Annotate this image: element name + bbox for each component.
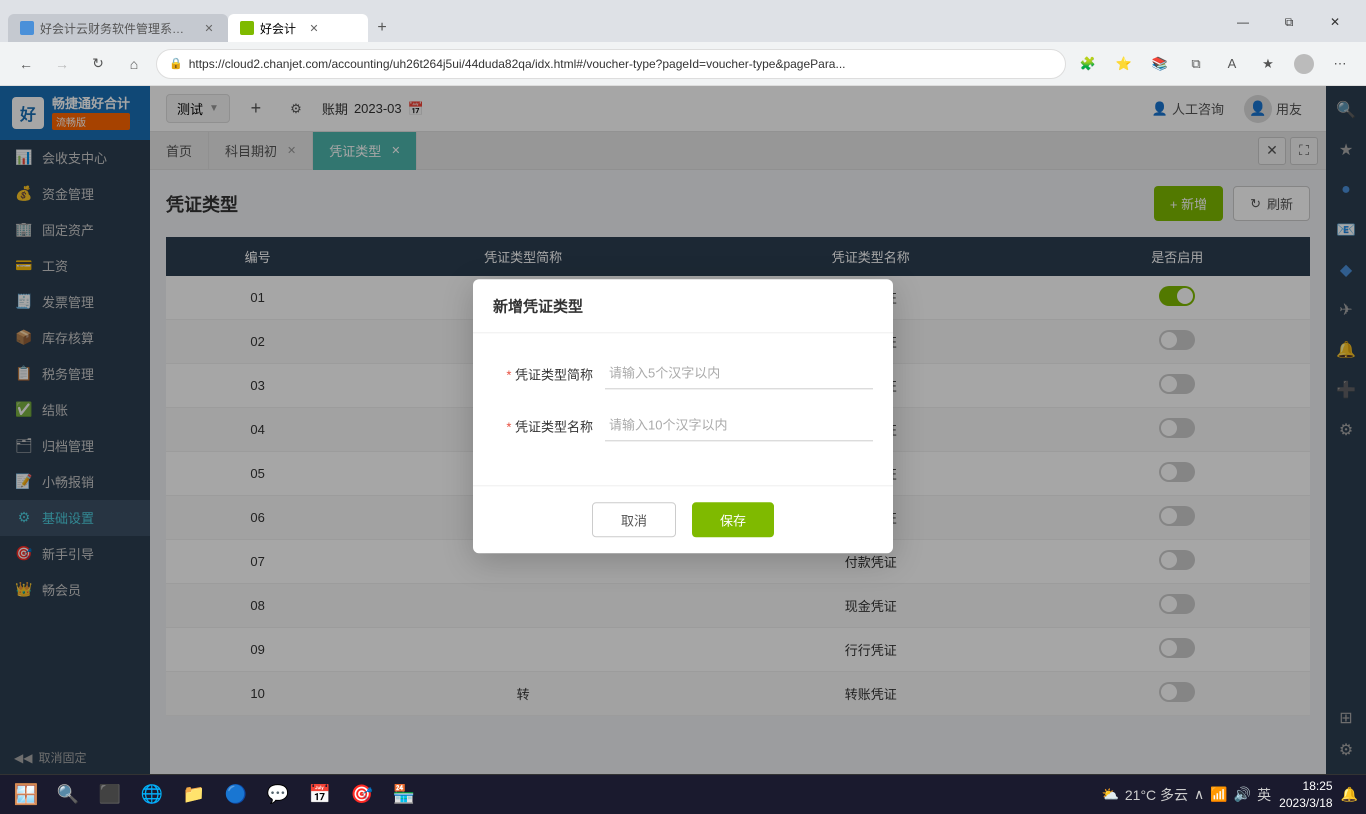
- lock-icon: 🔒: [169, 57, 183, 70]
- tab2-title: 好会计: [260, 20, 296, 37]
- cancel-button[interactable]: 取消: [592, 502, 676, 537]
- taskbar-start-button[interactable]: 🪟: [8, 777, 44, 813]
- tray-network[interactable]: 📶: [1210, 786, 1227, 803]
- taskbar-system-tray: ⛅ 21°C 多云 ∧ 📶 🔊 英: [1101, 785, 1271, 805]
- modal-title: 新增凭证类型: [473, 279, 893, 333]
- read-mode-button[interactable]: A: [1218, 50, 1246, 78]
- close-button[interactable]: ✕: [1312, 6, 1358, 38]
- taskbar-app5[interactable]: 🎯: [344, 777, 380, 813]
- taskbar-search-button[interactable]: 🔍: [50, 777, 86, 813]
- home-button[interactable]: ⌂: [120, 50, 148, 78]
- extensions-button[interactable]: 🧩: [1074, 50, 1102, 78]
- taskbar-edge[interactable]: 🌐: [134, 777, 170, 813]
- menu-button[interactable]: ⋯: [1326, 50, 1354, 78]
- taskbar-task-view[interactable]: ⬛: [92, 777, 128, 813]
- taskbar-date-text: 2023/3/18: [1279, 795, 1332, 812]
- tray-weather[interactable]: ⛅: [1101, 786, 1118, 803]
- collection-button[interactable]: 📚: [1146, 50, 1174, 78]
- tray-notification[interactable]: 🔔: [1341, 786, 1358, 803]
- taskbar-clock[interactable]: 18:25 2023/3/18: [1279, 778, 1332, 812]
- short-name-input[interactable]: [605, 357, 873, 389]
- taskbar-explorer[interactable]: 📁: [176, 777, 212, 813]
- favorites-button[interactable]: ⭐: [1110, 50, 1138, 78]
- short-name-label: 凭证类型简称: [493, 364, 593, 383]
- split-view-button[interactable]: ⧉: [1182, 50, 1210, 78]
- full-name-input[interactable]: [605, 409, 873, 441]
- browser-tab-2[interactable]: 好会计 ✕: [228, 14, 368, 42]
- short-name-row: 凭证类型简称: [493, 357, 873, 389]
- tray-sound[interactable]: 🔊: [1234, 786, 1251, 803]
- modal-container: 新增凭证类型 凭证类型简称 凭证类型名称 取消 保存: [473, 279, 893, 553]
- new-tab-button[interactable]: +: [368, 14, 396, 42]
- add-voucher-type-modal: 新增凭证类型 凭证类型简称 凭证类型名称 取消 保存: [473, 279, 893, 553]
- taskbar-chrome[interactable]: 🔵: [218, 777, 254, 813]
- tab1-title: 好会计云财务软件管理系统_会计: [40, 20, 192, 37]
- tray-weather-text: 21°C 多云: [1125, 785, 1188, 805]
- save-button[interactable]: 保存: [692, 502, 774, 537]
- add-favorites-button[interactable]: ★: [1254, 50, 1282, 78]
- back-button[interactable]: ←: [12, 50, 40, 78]
- tray-chevron-up[interactable]: ∧: [1194, 786, 1204, 803]
- full-name-label: 凭证类型名称: [493, 416, 593, 435]
- tab2-close[interactable]: ✕: [306, 20, 322, 36]
- modal-body: 凭证类型简称 凭证类型名称: [473, 333, 893, 485]
- modal-footer: 取消 保存: [473, 485, 893, 553]
- taskbar-calendar[interactable]: 📅: [302, 777, 338, 813]
- tab1-favicon: [20, 21, 34, 35]
- address-bar[interactable]: 🔒 https://cloud2.chanjet.com/accounting/…: [156, 49, 1066, 79]
- tab1-close[interactable]: ✕: [202, 20, 216, 36]
- minimize-button[interactable]: —: [1220, 6, 1266, 38]
- profile-avatar: [1294, 54, 1314, 74]
- address-text: https://cloud2.chanjet.com/accounting/uh…: [189, 57, 846, 71]
- browser-tab-1[interactable]: 好会计云财务软件管理系统_会计 ✕: [8, 14, 228, 42]
- forward-button[interactable]: →: [48, 50, 76, 78]
- reload-button[interactable]: ↻: [84, 50, 112, 78]
- tab2-favicon: [240, 21, 254, 35]
- taskbar-wechat[interactable]: 💬: [260, 777, 296, 813]
- taskbar-store[interactable]: 🏪: [386, 777, 422, 813]
- restore-button[interactable]: ⧉: [1266, 6, 1312, 38]
- taskbar: 🪟 🔍 ⬛ 🌐 📁 🔵 💬 📅 🎯 🏪 ⛅ 21°C 多云 ∧ 📶 🔊 英: [0, 774, 1366, 814]
- taskbar-time-text: 18:25: [1279, 778, 1332, 795]
- taskbar-right: ⛅ 21°C 多云 ∧ 📶 🔊 英 18:25 2023/3/18 🔔: [1101, 778, 1358, 812]
- tray-lang[interactable]: 英: [1257, 785, 1271, 805]
- full-name-row: 凭证类型名称: [493, 409, 873, 441]
- profile-button[interactable]: [1290, 50, 1318, 78]
